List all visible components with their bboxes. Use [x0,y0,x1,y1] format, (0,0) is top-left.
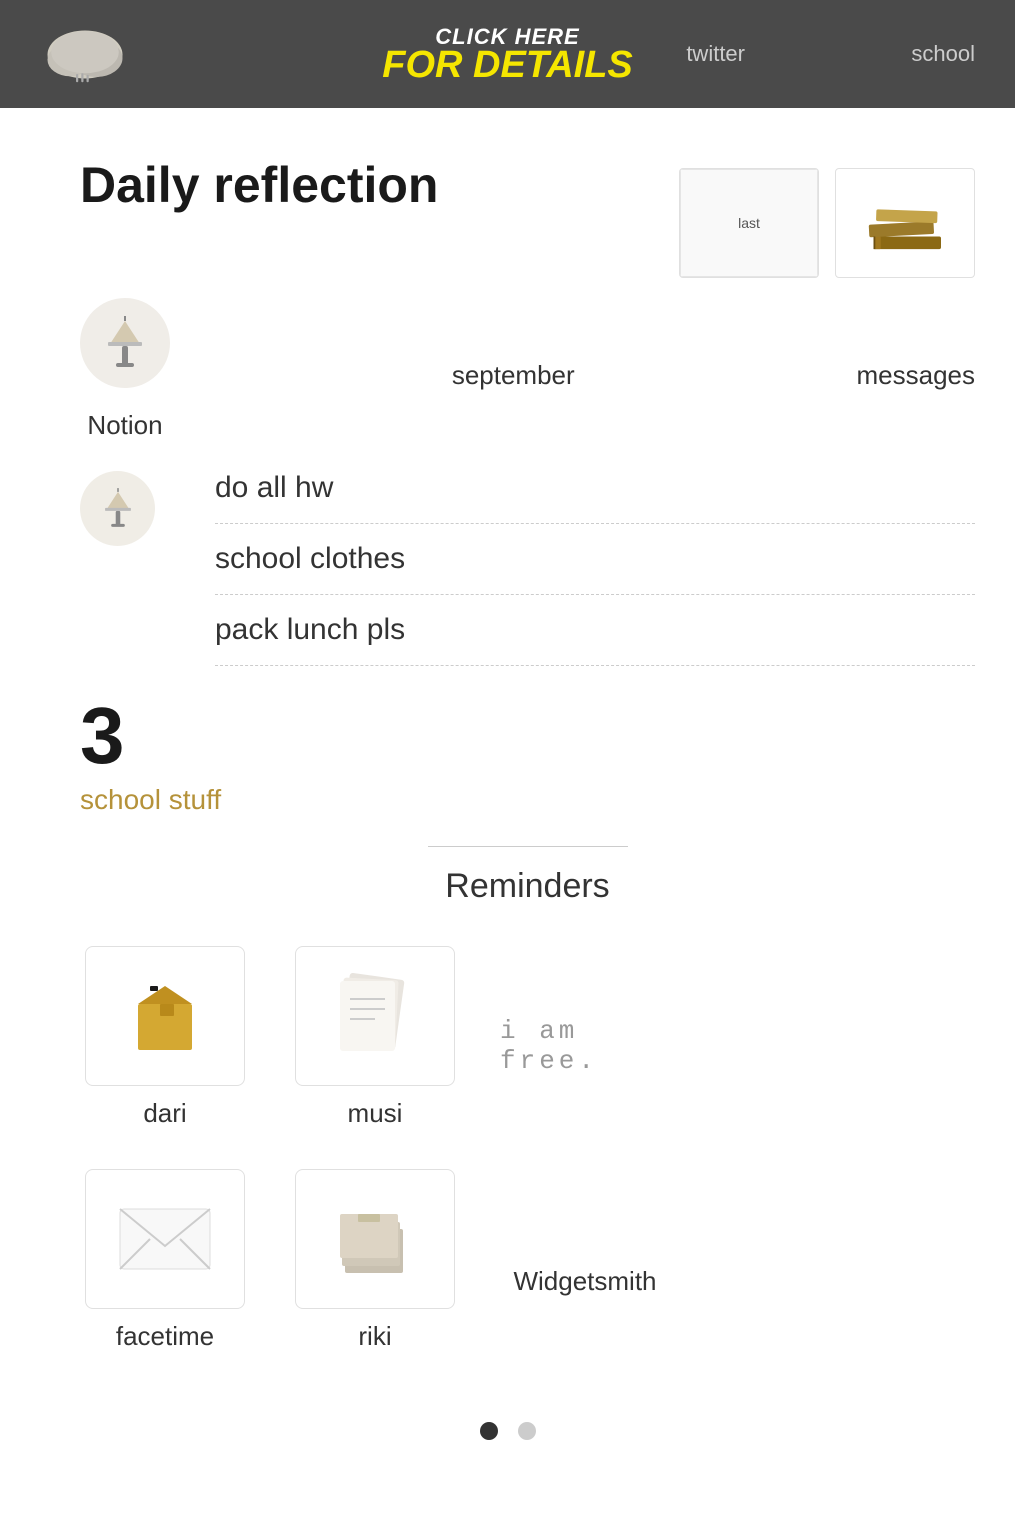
september-label: september [452,360,575,391]
app-labels-row: Notion september messages [0,288,1015,451]
reminders-section: Reminders [0,826,1015,936]
facetime-icon [115,1204,215,1274]
riki-icon [330,1194,420,1284]
tasks-section: do all hw school clothes pack lunch pls [0,451,1015,676]
dari-app[interactable]: dari [60,946,270,1129]
task-item-2: school clothes [215,524,975,595]
app-grid-section: dari musi [0,936,1015,1382]
top-bar-center[interactable]: CLICK HERE For Details [382,24,633,84]
musi-icon [330,971,420,1061]
count-label: school stuff [80,784,975,816]
cloud-icon [40,17,130,92]
widgetsmith-label: Widgetsmith [513,1266,656,1297]
pagination [0,1382,1015,1500]
tasks-list: do all hw school clothes pack lunch pls [215,471,975,666]
september-label-container[interactable]: september [452,348,575,391]
top-bar-left [40,17,130,92]
notion-label: Notion [87,410,162,441]
books-icon [860,183,950,263]
top-bar: CLICK HERE For Details twitter school [0,0,1015,108]
for-details-label: For Details [382,46,633,84]
pagination-dot-1[interactable] [480,1422,498,1440]
last-icon-label: last [738,215,760,231]
facetime-app[interactable]: facetime [60,1169,270,1352]
reminders-title: Reminders [80,867,975,906]
riki-app[interactable]: riki [270,1169,480,1352]
count-section: 3 school stuff [0,676,1015,826]
messages-label-container[interactable]: messages [857,348,976,391]
handwriting-cell: i am free. [480,946,690,1129]
tasks-icon [80,471,155,546]
school-label-top[interactable]: school [911,41,975,67]
count-number: 3 [80,696,975,776]
task-item-1: do all hw [215,471,975,524]
notion-icon [80,298,170,388]
pagination-dot-2[interactable] [518,1422,536,1440]
widgetsmith-app[interactable]: Widgetsmith [480,1169,690,1352]
page-title: Daily reflection [80,158,659,213]
handwriting-text: i am free. [480,1016,690,1076]
books-app[interactable] [835,168,975,278]
musi-label: musi [348,1098,403,1129]
messages-label: messages [857,360,976,391]
notion-app-container[interactable]: Notion [80,298,170,441]
task-item-3: pack lunch pls [215,595,975,666]
main-content: Daily reflection last [0,108,1015,1527]
riki-label: riki [358,1321,391,1352]
dari-icon [120,976,210,1056]
dari-label: dari [143,1098,186,1129]
twitter-label[interactable]: twitter [686,41,745,67]
reminders-divider [428,846,628,847]
musi-app[interactable]: musi [270,946,480,1129]
facetime-label: facetime [116,1321,214,1352]
september-app[interactable]: last [679,168,819,278]
